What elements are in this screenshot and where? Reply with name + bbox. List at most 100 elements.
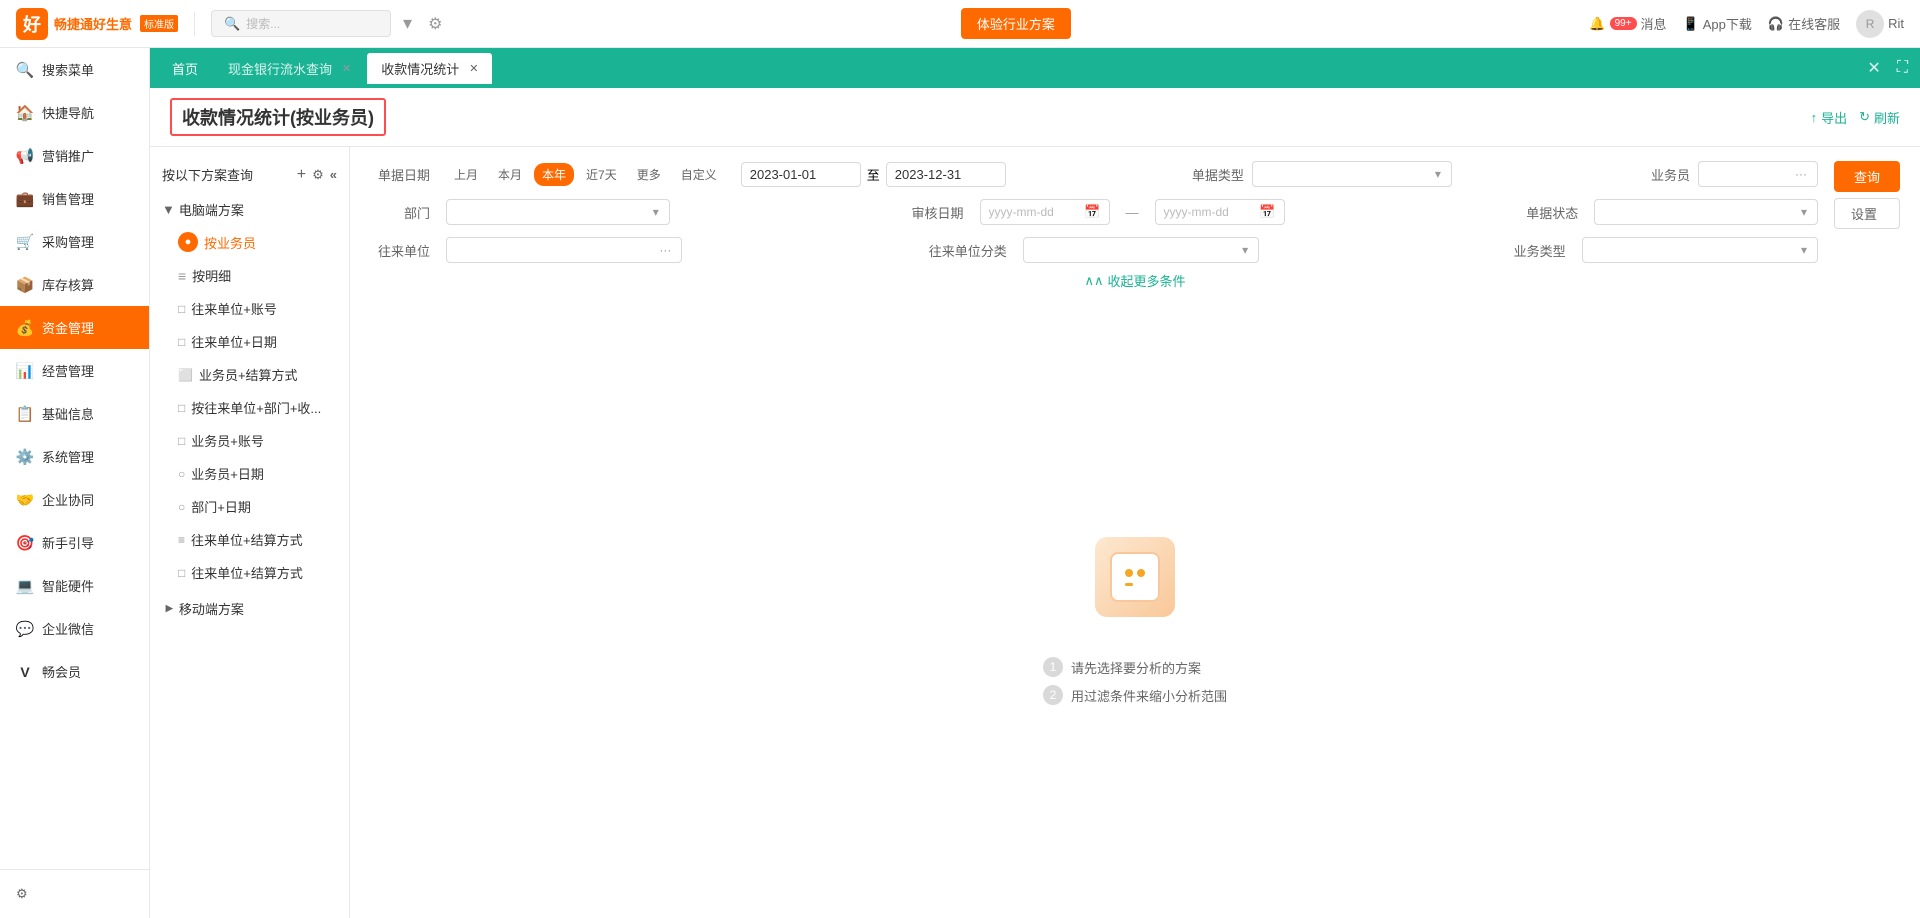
system-icon: ⚙️: [16, 448, 34, 466]
item-icon-sac: □: [178, 434, 185, 448]
date-btn-this-month[interactable]: 本月: [490, 163, 530, 186]
section-arrow-right: ▼: [161, 602, 176, 615]
tab-maximize-btn[interactable]: ⛶: [1893, 55, 1912, 81]
sidebar-item-member[interactable]: V 畅会员: [0, 650, 149, 693]
trial-button[interactable]: 体验行业方案: [961, 8, 1071, 39]
sidebar-item-hardware[interactable]: 💻 智能硬件: [0, 564, 149, 607]
sidebar-item-guide[interactable]: 🎯 新手引导: [0, 521, 149, 564]
sidebar-item-label: 资金管理: [42, 318, 94, 337]
scheme-settings-icon[interactable]: ⚙: [312, 167, 324, 183]
sidebar-item-marketing[interactable]: 📢 营销推广: [0, 134, 149, 177]
scheme-item-dept-date[interactable]: ○ 部门+日期: [150, 490, 349, 523]
scheme-item-unit-date[interactable]: □ 往来单位+日期: [150, 325, 349, 358]
refresh-btn[interactable]: ↻ 刷新: [1859, 108, 1900, 127]
salesperson-input[interactable]: ···: [1698, 161, 1818, 187]
sidebar-item-inventory[interactable]: 📦 库存核算: [0, 263, 149, 306]
business-type-input[interactable]: ▾: [1582, 237, 1818, 263]
item-icon-detail: ≡: [178, 268, 186, 284]
review-date-to[interactable]: yyyy-mm-dd 📅: [1155, 199, 1285, 225]
review-date-separator: —: [1126, 205, 1139, 220]
sidebar-settings-btn[interactable]: ⚙: [0, 878, 149, 910]
sidebar-item-label: 搜索菜单: [42, 60, 94, 79]
tab-close-all-btn[interactable]: ✕: [1863, 54, 1884, 82]
scheme-add-btn[interactable]: +: [297, 166, 306, 184]
export-icon: ↑: [1811, 110, 1818, 125]
settings-bottom-icon: ⚙: [16, 886, 28, 902]
scheme-section-desktop-title[interactable]: ▼ 电脑端方案: [150, 194, 349, 225]
sidebar-item-sales[interactable]: 💼 销售管理: [0, 177, 149, 220]
date-btn-last-month[interactable]: 上月: [446, 163, 486, 186]
business-type-dropdown: ▾: [1801, 243, 1807, 257]
scheme-item-label: 业务员+结算方式: [199, 365, 298, 384]
sidebar-item-wechat[interactable]: 💬 企业微信: [0, 607, 149, 650]
tab-receipt-close[interactable]: ✕: [469, 62, 478, 75]
robot-icon: [1095, 537, 1175, 617]
review-date-label: 审核日期: [904, 203, 964, 222]
scheme-section-mobile-title[interactable]: ▼ 移动端方案: [150, 593, 349, 624]
sidebar-item-basic[interactable]: 📋 基础信息: [0, 392, 149, 435]
sidebar-item-enterprise[interactable]: 🤝 企业协同: [0, 478, 149, 521]
app-download-btn[interactable]: 📱 App下载: [1683, 14, 1752, 33]
dropdown-icon[interactable]: ▾: [403, 13, 412, 34]
finance-icon: 💰: [16, 319, 34, 337]
scheme-item-unit-account[interactable]: □ 往来单位+账号: [150, 292, 349, 325]
collapse-more-btn[interactable]: ∧∧ 收起更多条件: [370, 263, 1900, 298]
user-avatar[interactable]: R Rit: [1856, 10, 1904, 38]
sidebar-item-purchase[interactable]: 🛒 采购管理: [0, 220, 149, 263]
header-search[interactable]: 🔍 搜索...: [211, 10, 391, 37]
sidebar-item-system[interactable]: ⚙️ 系统管理: [0, 435, 149, 478]
online-service-btn[interactable]: 🎧 在线客服: [1768, 14, 1840, 33]
counterpart-input[interactable]: ···: [446, 237, 682, 263]
date-btn-more[interactable]: 更多: [629, 163, 669, 186]
export-label: 导出: [1821, 108, 1847, 127]
sidebar-item-quicknav[interactable]: 🏠 快捷导航: [0, 91, 149, 134]
query-button[interactable]: 查询: [1834, 161, 1900, 192]
counterpart-category-input[interactable]: ▾: [1023, 237, 1259, 263]
export-btn[interactable]: ↑ 导出: [1811, 108, 1848, 127]
page-actions: ↑ 导出 ↻ 刷新: [1811, 108, 1900, 127]
scheme-item-unit-dept[interactable]: □ 按往来单位+部门+收...: [150, 391, 349, 424]
scheme-item-label: 业务员+账号: [191, 431, 264, 450]
notification-btn[interactable]: 🔔 99+ 消息: [1589, 14, 1666, 33]
tab-bank[interactable]: 现金银行流水查询 ✕: [214, 53, 365, 84]
scheme-item-label: 往来单位+结算方式: [191, 530, 303, 549]
scheme-item-salesperson-date[interactable]: ○ 业务员+日期: [150, 457, 349, 490]
date-from-input[interactable]: 2023-01-01: [741, 162, 861, 187]
sidebar-item-search[interactable]: 🔍 搜索菜单: [0, 48, 149, 91]
doctype-input[interactable]: ▾: [1252, 161, 1452, 187]
doc-status-input[interactable]: ▾: [1594, 199, 1818, 225]
hint-num-1: 1: [1043, 657, 1063, 677]
operations-icon: 📊: [16, 362, 34, 380]
robot-eyes: [1119, 563, 1151, 592]
review-date-from[interactable]: yyyy-mm-dd 📅: [980, 199, 1110, 225]
scheme-item-unit-settlement1[interactable]: ≡ 往来单位+结算方式: [150, 523, 349, 556]
date-btn-7days[interactable]: 近7天: [578, 163, 625, 186]
counterpart-label: 往来单位: [370, 241, 430, 260]
date-btn-custom[interactable]: 自定义: [673, 163, 725, 186]
scheme-item-salesperson-account[interactable]: □ 业务员+账号: [150, 424, 349, 457]
tab-bank-close[interactable]: ✕: [342, 62, 351, 75]
tab-home-label: 首页: [172, 59, 198, 78]
scheme-collapse-icon[interactable]: «: [330, 167, 337, 182]
scheme-item-salesperson-settlement[interactable]: ⬜ 业务员+结算方式: [150, 358, 349, 391]
bell-icon: 🔔: [1589, 16, 1605, 32]
scheme-item-by-detail[interactable]: ≡ 按明细: [150, 259, 349, 292]
date-btn-this-year[interactable]: 本年: [534, 163, 574, 186]
tab-receipt[interactable]: 收款情况统计 ✕: [367, 53, 492, 84]
scheme-item-unit-settlement2[interactable]: □ 往来单位+结算方式: [150, 556, 349, 589]
quicknav-icon: 🏠: [16, 104, 34, 122]
refresh-icon: ↻: [1859, 109, 1870, 125]
sidebar-item-operations[interactable]: 📊 经营管理: [0, 349, 149, 392]
sidebar-item-finance[interactable]: 💰 资金管理: [0, 306, 149, 349]
settings-icon[interactable]: ⚙: [428, 14, 442, 34]
scheme-item-by-salesperson[interactable]: ● 按业务员: [150, 225, 349, 259]
section-desktop-label: 电脑端方案: [179, 200, 244, 219]
sidebar-item-label: 新手引导: [42, 533, 94, 552]
tab-home[interactable]: 首页: [158, 53, 212, 84]
date-to-input[interactable]: 2023-12-31: [886, 162, 1006, 187]
settings-button[interactable]: 设置: [1834, 198, 1900, 229]
notification-label: 消息: [1641, 14, 1667, 33]
sidebar-item-label: 采购管理: [42, 232, 94, 251]
dept-input[interactable]: ▾: [446, 199, 670, 225]
guide-icon: 🎯: [16, 534, 34, 552]
